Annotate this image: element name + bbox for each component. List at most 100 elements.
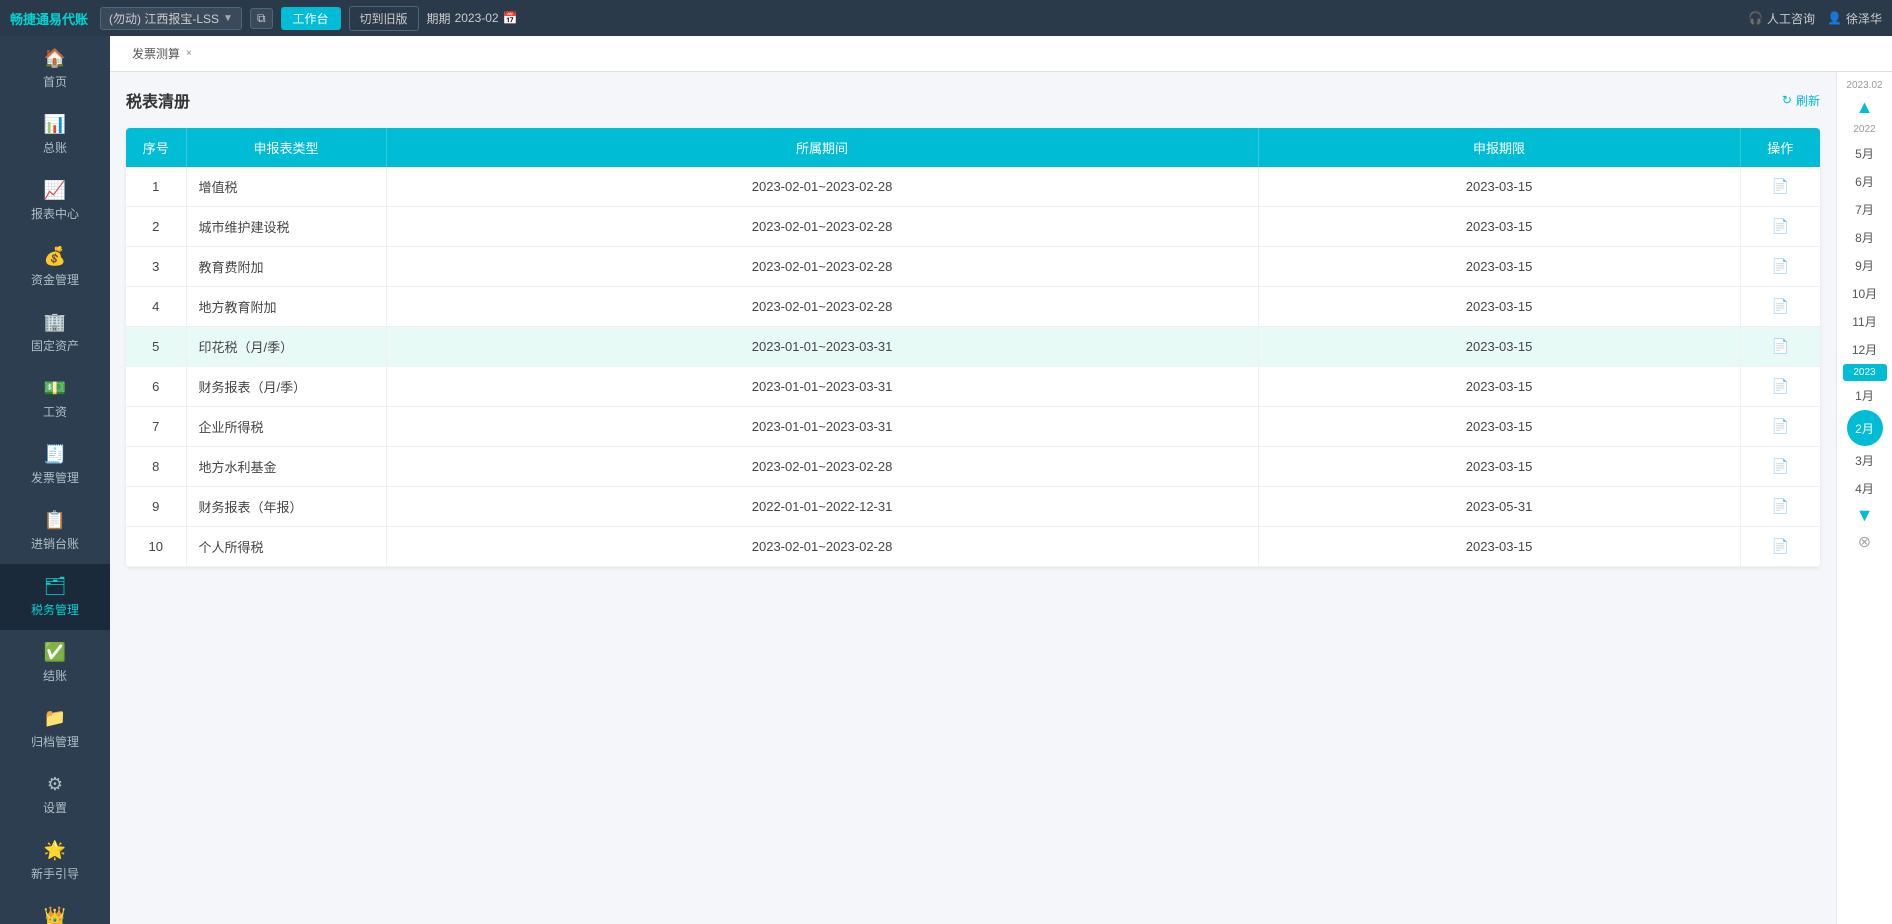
month-2022-11月[interactable]: 11月 [1843,308,1887,335]
cell-no: 1 [126,167,186,207]
refresh-button[interactable]: ↻ 刷新 [1782,92,1820,109]
cell-no: 8 [126,447,186,487]
sidebar-label-1: 总账 [43,139,67,156]
sidebar-icon-2: 📈 [44,180,66,201]
tab-close-4[interactable]: × [186,48,192,59]
top-bar-right: 🎧 人工咨询 👤 徐泽华 [1748,10,1882,27]
sidebar: 🏠 首页📊 总账📈 报表中心💰 资金管理🏢 固定资产💵 工资🧾 发票管理📋 进销… [0,36,110,924]
date-panel: 2023.02 ▲ 20225月6月7月8月9月10月11月12月20231月2… [1836,72,1892,924]
action-doc-icon[interactable]: 📄 [1772,538,1789,554]
cell-period: 2023-02-01~2023-02-28 [386,527,1258,567]
period-value: 2023-02 [455,11,499,25]
customer-service[interactable]: 🎧 人工咨询 [1748,10,1815,27]
action-doc-icon[interactable]: 📄 [1772,458,1789,474]
sidebar-item-畅会员[interactable]: 👑 畅会员 [0,894,110,924]
month-2022-6月[interactable]: 6月 [1843,168,1887,195]
sidebar-label-9: 结账 [43,667,67,684]
switch-old-button[interactable]: 切到旧版 [349,6,419,31]
action-doc-icon[interactable]: 📄 [1772,378,1789,394]
month-2023-3月[interactable]: 3月 [1843,447,1887,474]
user-profile[interactable]: 👤 徐泽华 [1827,10,1882,27]
sidebar-icon-4: 🏢 [44,312,66,333]
action-doc-icon[interactable]: 📄 [1772,178,1789,194]
month-2023-1月[interactable]: 1月 [1843,382,1887,409]
action-doc-icon[interactable]: 📄 [1772,298,1789,314]
headset-icon: 🎧 [1748,11,1763,25]
cell-action: 📄 [1740,487,1820,527]
tab-发票测算[interactable]: 发票测算 × [120,39,228,68]
company-name: (勿动) 江西报宝-LSS [109,10,219,27]
period-display: 期期 2023-02 📅 [427,10,518,27]
col-deadline: 申报期限 [1258,128,1740,167]
sidebar-item-进销台账[interactable]: 📋 进销台账 [0,498,110,564]
copy-icon-btn[interactable]: ⧉ [250,8,273,29]
sidebar-label-2: 报表中心 [31,205,79,222]
sidebar-item-资金管理[interactable]: 💰 资金管理 [0,234,110,300]
cell-period: 2023-02-01~2023-02-28 [386,247,1258,287]
cell-period: 2023-02-01~2023-02-28 [386,207,1258,247]
main-layout: 🏠 首页📊 总账📈 报表中心💰 资金管理🏢 固定资产💵 工资🧾 发票管理📋 进销… [0,36,1892,924]
action-doc-icon[interactable]: 📄 [1772,258,1789,274]
cell-action: 📄 [1740,327,1820,367]
action-doc-icon[interactable]: 📄 [1772,498,1789,514]
company-selector[interactable]: (勿动) 江西报宝-LSS ▼ [100,7,242,30]
month-2022-9月[interactable]: 9月 [1843,252,1887,279]
table-row: 8 地方水利基金 2023-02-01~2023-02-28 2023-03-1… [126,447,1820,487]
main-panel: 税表清册 ↻ 刷新 序号 申报表类型 所属期间 申报期限 操作 [110,72,1836,924]
cell-no: 7 [126,407,186,447]
sidebar-label-3: 资金管理 [31,271,79,288]
calendar-icon: 📅 [503,11,518,25]
cell-action: 📄 [1740,367,1820,407]
date-panel-collapse-btn[interactable]: ⊗ [1858,532,1871,552]
sidebar-icon-6: 🧾 [44,444,66,465]
tab-label-4: 发票测算 [132,45,180,62]
action-doc-icon[interactable]: 📄 [1772,218,1789,234]
sidebar-label-5: 工资 [43,403,67,420]
cell-action: 📄 [1740,447,1820,487]
month-2023-2月[interactable]: 2月 [1847,410,1883,446]
sidebar-item-工资[interactable]: 💵 工资 [0,366,110,432]
sidebar-item-设置[interactable]: ⚙ 设置 [0,762,110,828]
sidebar-item-发票管理[interactable]: 🧾 发票管理 [0,432,110,498]
month-2022-5月[interactable]: 5月 [1843,140,1887,167]
table-row: 10 个人所得税 2023-02-01~2023-02-28 2023-03-1… [126,527,1820,567]
cell-no: 9 [126,487,186,527]
cell-deadline: 2023-03-15 [1258,447,1740,487]
action-doc-icon[interactable]: 📄 [1772,338,1789,354]
cell-deadline: 2023-03-15 [1258,367,1740,407]
col-type: 申报表类型 [186,128,386,167]
cell-no: 10 [126,527,186,567]
sidebar-item-固定资产[interactable]: 🏢 固定资产 [0,300,110,366]
cell-type: 企业所得税 [186,407,386,447]
page-content: 税表清册 ↻ 刷新 序号 申报表类型 所属期间 申报期限 操作 [110,72,1892,924]
month-2022-12月[interactable]: 12月 [1843,336,1887,363]
table-row: 2 城市维护建设税 2023-02-01~2023-02-28 2023-03-… [126,207,1820,247]
month-2022-8月[interactable]: 8月 [1843,224,1887,251]
month-2022-7月[interactable]: 7月 [1843,196,1887,223]
top-bar: 畅捷通易代账 (勿动) 江西报宝-LSS ▼ ⧉ 工作台 切到旧版 期期 202… [0,0,1892,36]
sidebar-item-结账[interactable]: ✅ 结账 [0,630,110,696]
month-2022-10月[interactable]: 10月 [1843,280,1887,307]
sidebar-item-首页[interactable]: 🏠 首页 [0,36,110,102]
date-panel-up-nav[interactable]: ▲ [1854,95,1876,120]
sidebar-item-新手引导[interactable]: 🌟 新手引导 [0,828,110,894]
table-row: 3 教育费附加 2023-02-01~2023-02-28 2023-03-15… [126,247,1820,287]
month-2023-4月[interactable]: 4月 [1843,475,1887,502]
table-header-row: 序号 申报表类型 所属期间 申报期限 操作 [126,128,1820,167]
cell-type: 城市维护建设税 [186,207,386,247]
sidebar-item-总账[interactable]: 📊 总账 [0,102,110,168]
cell-deadline: 2023-03-15 [1258,527,1740,567]
workbench-button[interactable]: 工作台 [281,7,341,30]
cell-type: 增值税 [186,167,386,207]
year-label-2023[interactable]: 2023 [1843,364,1887,381]
sidebar-item-税务管理[interactable]: 🗂 税务管理 [0,564,110,630]
sidebar-icon-3: 💰 [44,246,66,267]
sidebar-item-报表中心[interactable]: 📈 报表中心 [0,168,110,234]
year-label-2022[interactable]: 2022 [1843,120,1887,139]
date-panel-down-nav[interactable]: ▼ [1854,503,1876,528]
sidebar-icon-0: 🏠 [44,48,66,69]
col-period: 所属期间 [386,128,1258,167]
cell-type: 个人所得税 [186,527,386,567]
action-doc-icon[interactable]: 📄 [1772,418,1789,434]
sidebar-item-归档管理[interactable]: 📁 归档管理 [0,696,110,762]
